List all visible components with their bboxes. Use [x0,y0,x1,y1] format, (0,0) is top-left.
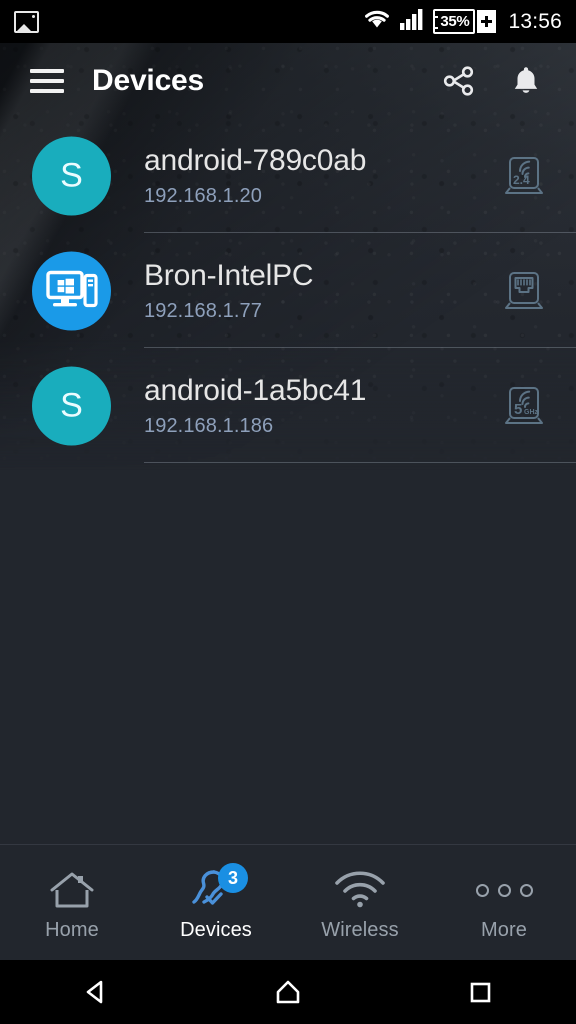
status-bar-clock: 13:56 [508,9,562,33]
android-system-nav [0,960,576,1024]
bottom-navigation: Home 3 Devices Wireless More [0,844,576,960]
wireless-icon [332,867,388,913]
device-list-item[interactable]: S android-1a5bc41 192.168.1.186 5 GHz [0,348,576,463]
list-divider [144,462,576,463]
more-icon [475,867,533,913]
device-list-item[interactable]: Bron-IntelPC 192.168.1.77 [0,233,576,348]
device-name: android-789c0ab [144,143,367,177]
avatar-letter: S [60,386,83,424]
home-icon[interactable] [192,974,384,1010]
hamburger-menu-icon[interactable] [30,68,64,93]
nav-label-wireless: Wireless [321,919,399,941]
device-ip: 192.168.1.20 [144,184,262,207]
page-title: Devices [92,63,205,97]
more-dot [475,883,489,897]
notification-bell-icon[interactable] [510,64,542,98]
more-dot [519,883,533,897]
cellular-signal-icon [400,8,424,35]
more-dot [497,883,511,897]
windows-pc-icon [45,270,98,308]
nav-label-devices: Devices [180,919,252,941]
device-ip: 192.168.1.77 [144,299,262,322]
app-bar-actions [442,64,576,98]
avatar-letter: S [60,156,83,194]
wifi-band-unit: GHz [524,409,539,416]
wifi-5ghz-icon: 5 GHz [502,384,546,428]
share-icon[interactable] [442,64,476,98]
image-icon [14,10,39,33]
wifi-2.4ghz-icon: 2.4 [502,154,546,198]
nav-item-wireless[interactable]: Wireless [288,845,432,960]
ethernet-jack-icon [502,269,546,313]
nav-item-more[interactable]: More [432,845,576,960]
battery-indicator: 35% [433,9,497,34]
wifi-band-label: 2.4 [513,173,530,187]
nav-label-home: Home [45,919,99,941]
wifi-icon [363,8,391,35]
nav-label-more: More [481,919,527,941]
recents-icon[interactable] [384,974,576,1010]
back-icon[interactable] [0,974,192,1010]
wifi-band-label: 5 [514,401,522,418]
device-info: Bron-IntelPC 192.168.1.77 [144,258,314,324]
avatar: S [32,366,111,445]
home-icon [48,867,96,913]
avatar [32,251,111,330]
status-bar: 35% 13:56 [0,0,576,43]
battery-charging-icon [477,10,497,33]
status-bar-right: 35% 13:56 [363,8,576,35]
avatar: S [32,136,111,215]
device-list: S android-789c0ab 192.168.1.20 2.4 Bron-… [0,118,576,845]
device-info: android-1a5bc41 192.168.1.186 [144,373,366,439]
device-name: Bron-IntelPC [144,258,314,292]
device-list-item[interactable]: S android-789c0ab 192.168.1.20 2.4 [0,118,576,233]
devices-badge-count: 3 [218,863,248,893]
nav-item-home[interactable]: Home [0,845,144,960]
app-screen: 35% 13:56 Devices S android-789c0ab 192.… [0,0,576,1024]
status-bar-left [0,10,39,33]
nav-item-devices[interactable]: 3 Devices [144,845,288,960]
device-ip: 192.168.1.186 [144,414,274,437]
battery-percent: 35% [433,9,476,34]
device-info: android-789c0ab 192.168.1.20 [144,143,366,209]
app-bar: Devices [0,43,576,118]
devices-icon: 3 [188,863,248,913]
device-name: android-1a5bc41 [144,373,367,407]
